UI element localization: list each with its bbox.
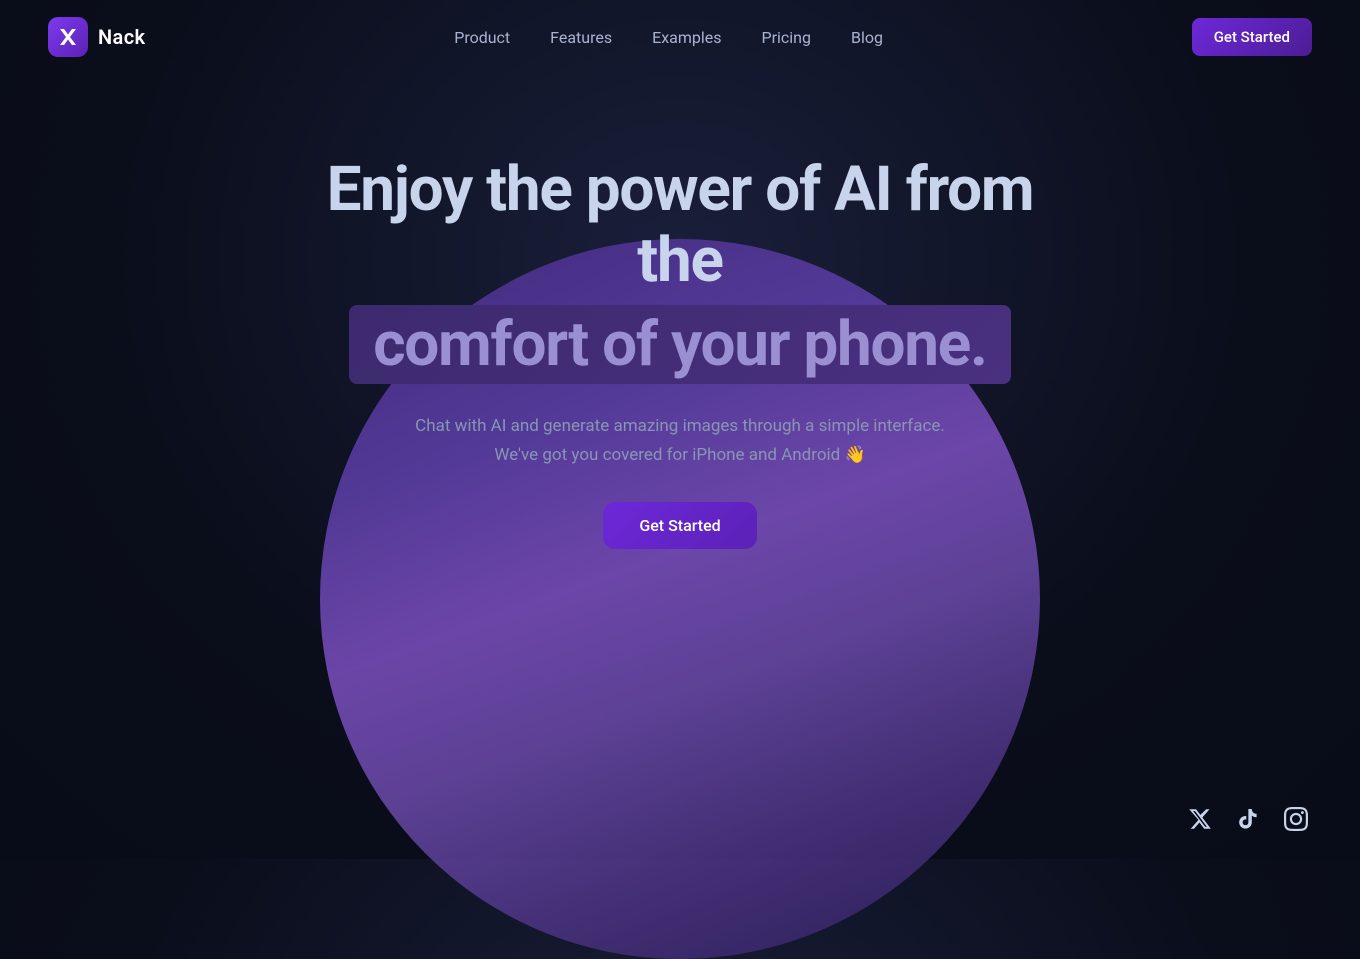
nav-features[interactable]: Features (550, 28, 612, 47)
nav-examples[interactable]: Examples (652, 28, 721, 47)
nav-links: Product Features Examples Pricing Blog (454, 28, 883, 47)
nav-pricing[interactable]: Pricing (761, 28, 811, 47)
logo-link[interactable]: Nack (48, 17, 145, 57)
nav-product[interactable]: Product (454, 28, 510, 47)
tiktok-icon (1236, 807, 1260, 831)
social-icons (1184, 803, 1312, 835)
hero-title-line1: Enjoy the power of AI from the (280, 154, 1080, 297)
hero-title-line2: comfort of your phone. (349, 305, 1011, 384)
hero-subtitle-line2: We've got you covered for iPhone and And… (494, 445, 865, 465)
twitter-icon (1188, 807, 1212, 831)
instagram-link[interactable] (1280, 803, 1312, 835)
hero-title: Enjoy the power of AI from the comfort o… (280, 154, 1080, 384)
hero-subtitle-line1: Chat with AI and generate amazing images… (415, 416, 945, 436)
nav-blog[interactable]: Blog (851, 28, 883, 47)
hero-cta-button[interactable]: Get Started (603, 502, 756, 549)
tiktok-link[interactable] (1232, 803, 1264, 835)
navbar: Nack Product Features Examples Pricing B… (0, 0, 1360, 74)
hero-subtitle: Chat with AI and generate amazing images… (415, 412, 945, 470)
nav-cta-button[interactable]: Get Started (1192, 18, 1312, 56)
brand-name: Nack (98, 25, 145, 49)
twitter-link[interactable] (1184, 803, 1216, 835)
instagram-icon (1284, 807, 1308, 831)
hero-section: Enjoy the power of AI from the comfort o… (0, 74, 1360, 549)
logo-icon (48, 17, 88, 57)
